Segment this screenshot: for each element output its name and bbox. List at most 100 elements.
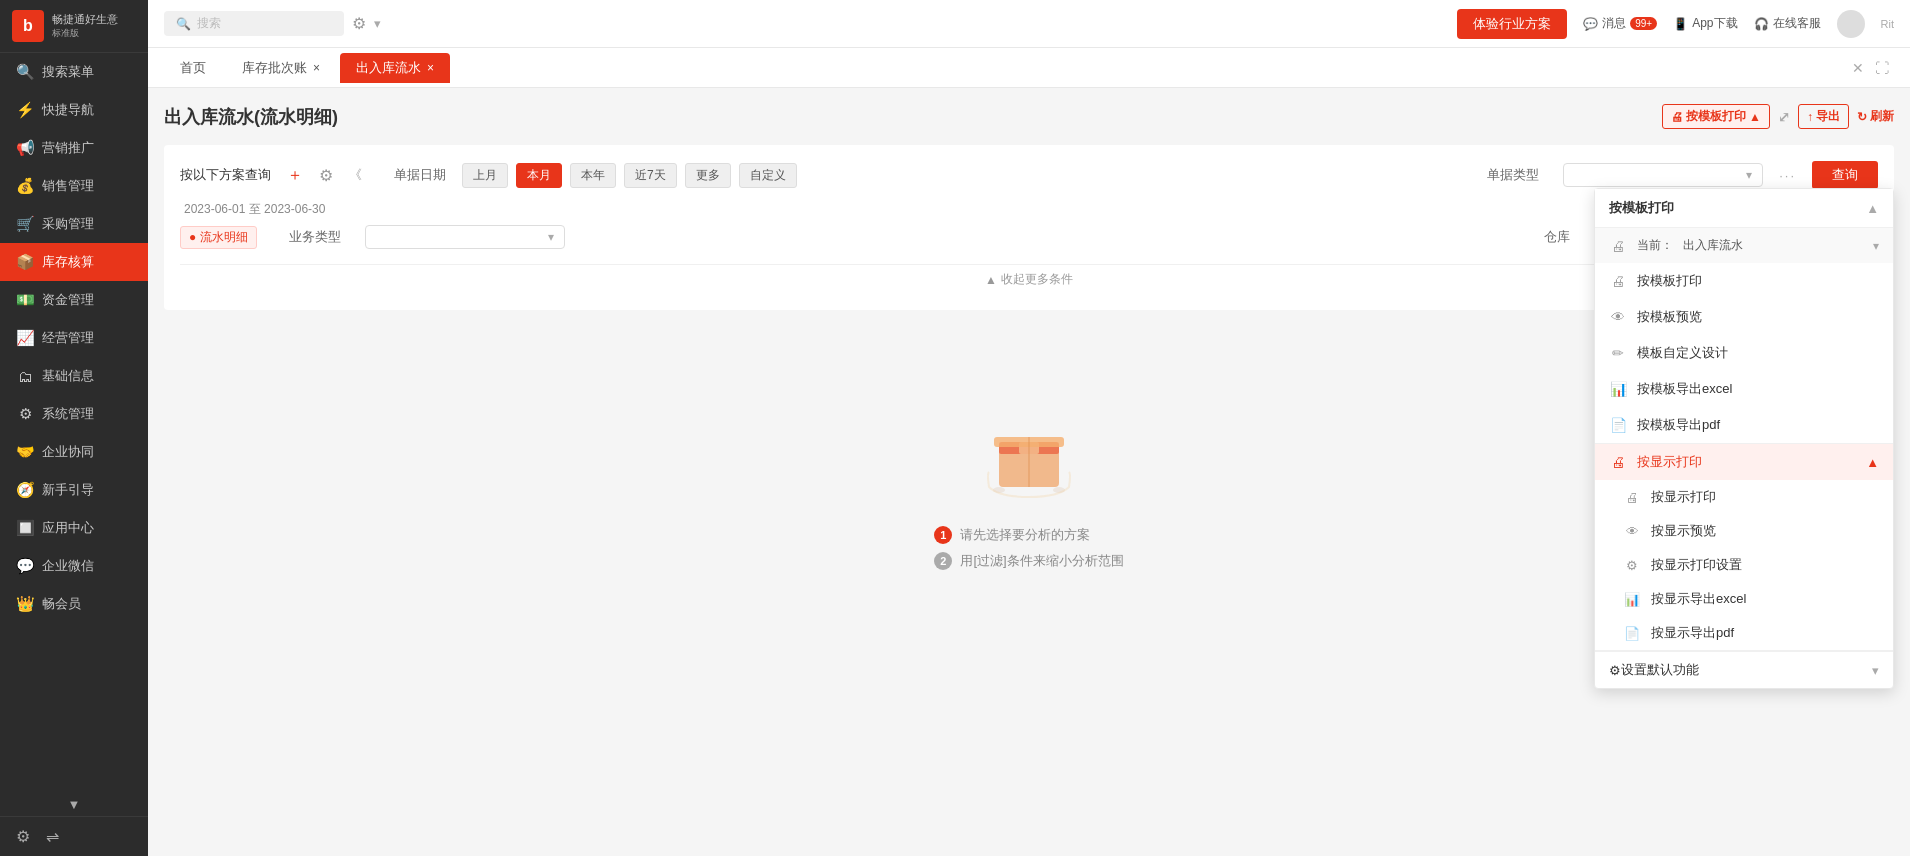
sidebar-item-quick-nav[interactable]: ⚡ 快捷导航 xyxy=(0,91,148,129)
messages-btn[interactable]: 💬 消息 99+ xyxy=(1583,15,1657,32)
page-title-row: 出入库流水(流水明细) 🖨 按模板打印 ▲ ⤢ ↑ 导出 ↻ 刷新 xyxy=(164,104,1894,129)
filter-collapse-icon[interactable]: 《 xyxy=(349,166,362,184)
sidebar-item-sales[interactable]: 💰 销售管理 xyxy=(0,167,148,205)
scroll-down-arrow[interactable]: ▼ xyxy=(0,793,148,816)
sidebar-item-label: 库存核算 xyxy=(42,253,94,271)
apps-icon: 🔲 xyxy=(16,519,34,537)
wechat-icon: 💬 xyxy=(16,557,34,575)
tab-batch[interactable]: 库存批次账 × xyxy=(226,53,336,83)
footer-caret: ▾ xyxy=(1872,663,1879,678)
sidebar-toggle-icon[interactable]: ⇌ xyxy=(46,827,59,846)
service-icon: 🎧 xyxy=(1754,17,1769,31)
dropdown-template-pdf[interactable]: 📄 按模板导出pdf xyxy=(1595,407,1893,443)
app-download-btn[interactable]: 📱 App下载 xyxy=(1673,15,1737,32)
sidebar: b 畅捷通好生意 标准版 🔍 搜索菜单 ⚡ 快捷导航 📢 营销推广 💰 销售管理… xyxy=(0,0,148,856)
refresh-icon: ↻ xyxy=(1857,110,1867,124)
print-label: 按模板打印 xyxy=(1686,108,1746,125)
tab-batch-close[interactable]: × xyxy=(313,61,320,75)
dropdown-display-header[interactable]: 🖨 按显示打印 ▲ xyxy=(1595,444,1893,480)
filter-settings-icon[interactable]: ⚙ xyxy=(319,166,333,185)
display-header-label: 按显示打印 xyxy=(1637,453,1702,471)
sidebar-item-collab[interactable]: 🤝 企业协同 xyxy=(0,433,148,471)
sidebar-item-member[interactable]: 👑 畅会员 xyxy=(0,585,148,623)
refresh-btn[interactable]: ↻ 刷新 xyxy=(1857,108,1894,125)
display-pdf-label: 按显示导出pdf xyxy=(1651,624,1734,642)
display-pdf[interactable]: 📄 按显示导出pdf xyxy=(1595,616,1893,650)
template-design-icon: ✏ xyxy=(1609,345,1627,361)
dropdown-header-label: 按模板打印 xyxy=(1609,199,1674,217)
date-this-month[interactable]: 本月 xyxy=(516,163,562,188)
display-excel-label: 按显示导出excel xyxy=(1651,590,1746,608)
filter-tag-icon: ● xyxy=(189,230,196,244)
date-custom[interactable]: 自定义 xyxy=(739,163,797,188)
sidebar-item-guide[interactable]: 🧭 新手引导 xyxy=(0,471,148,509)
date-this-year[interactable]: 本年 xyxy=(570,163,616,188)
print-arrow-up: ▲ xyxy=(1749,110,1761,124)
filter-tag: ● 流水明细 xyxy=(180,226,257,249)
more-dots-1[interactable]: ··· xyxy=(1779,168,1796,183)
dropdown-template-print[interactable]: 🖨 按模板打印 xyxy=(1595,263,1893,299)
topbar-left: 🔍 搜索 ⚙ ▾ xyxy=(164,11,1445,36)
sidebar-item-system[interactable]: ⚙ 系统管理 xyxy=(0,395,148,433)
step-1-text: 请先选择要分析的方案 xyxy=(960,522,1090,548)
export-btn[interactable]: ↑ 导出 xyxy=(1798,104,1849,129)
sidebar-item-inventory[interactable]: 📦 库存核算 xyxy=(0,243,148,281)
sidebar-item-marketing[interactable]: 📢 营销推广 xyxy=(0,129,148,167)
step-num-1: 1 xyxy=(934,526,952,544)
sidebar-item-basic[interactable]: 🗂 基础信息 xyxy=(0,357,148,395)
sidebar-settings-icon[interactable]: ⚙ xyxy=(16,827,30,846)
dropdown-template-excel[interactable]: 📊 按模板导出excel xyxy=(1595,371,1893,407)
display-excel[interactable]: 📊 按显示导出excel xyxy=(1595,582,1893,616)
dropdown-footer[interactable]: ⚙ 设置默认功能 ▾ xyxy=(1595,651,1893,688)
expand-btn[interactable]: ⤢ xyxy=(1778,109,1790,125)
inventory-icon: 📦 xyxy=(16,253,34,271)
sidebar-item-purchase[interactable]: 🛒 采购管理 xyxy=(0,205,148,243)
sidebar-item-finance[interactable]: 💵 资金管理 xyxy=(0,281,148,319)
tab-home[interactable]: 首页 xyxy=(164,53,222,83)
topbar-settings-icon[interactable]: ⚙ xyxy=(352,14,366,33)
sidebar-item-wechat[interactable]: 💬 企业微信 xyxy=(0,547,148,585)
search-box[interactable]: 🔍 搜索 xyxy=(164,11,344,36)
sidebar-item-label: 基础信息 xyxy=(42,367,94,385)
maximize-window-btn[interactable]: ⛶ xyxy=(1874,60,1890,76)
dropdown-template-preview[interactable]: 👁 按模板预览 xyxy=(1595,299,1893,335)
topbar-dropdown-icon[interactable]: ▾ xyxy=(374,16,381,31)
empty-svg xyxy=(979,402,1079,502)
tab-flow[interactable]: 出入库流水 × xyxy=(340,53,450,83)
display-preview[interactable]: 👁 按显示预览 xyxy=(1595,514,1893,548)
display-print-icon: 🖨 xyxy=(1623,490,1641,505)
sidebar-item-label: 采购管理 xyxy=(42,215,94,233)
dropdown-current-item[interactable]: 🖨 当前： 出入库流水 ▾ xyxy=(1595,228,1893,263)
date-last-month[interactable]: 上月 xyxy=(462,163,508,188)
online-service-btn[interactable]: 🎧 在线客服 xyxy=(1754,15,1821,32)
tab-flow-close[interactable]: × xyxy=(427,61,434,75)
display-header-icon: 🖨 xyxy=(1609,454,1627,470)
purchase-icon: 🛒 xyxy=(16,215,34,233)
dropdown-template-design[interactable]: ✏ 模板自定义设计 xyxy=(1595,335,1893,371)
search-placeholder: 搜索 xyxy=(197,15,221,32)
sidebar-item-operation[interactable]: 📈 经营管理 xyxy=(0,319,148,357)
user-name: Rit xyxy=(1881,18,1894,30)
user-avatar[interactable] xyxy=(1837,10,1865,38)
query-button[interactable]: 查询 xyxy=(1812,161,1878,189)
doc-type-select[interactable]: ▾ xyxy=(1563,163,1763,187)
sidebar-item-apps[interactable]: 🔲 应用中心 xyxy=(0,509,148,547)
template-print-label: 按模板打印 xyxy=(1637,272,1702,290)
filter-add-icon[interactable]: ＋ xyxy=(287,165,303,186)
print-template-btn[interactable]: 🖨 按模板打印 ▲ xyxy=(1662,104,1770,129)
app-version: 标准版 xyxy=(52,27,118,40)
date-more[interactable]: 更多 xyxy=(685,163,731,188)
display-print[interactable]: 🖨 按显示打印 xyxy=(1595,480,1893,514)
step-1: 1 请先选择要分析的方案 xyxy=(934,522,1123,548)
trial-button[interactable]: 体验行业方案 xyxy=(1457,9,1567,39)
close-window-btn[interactable]: ✕ xyxy=(1850,60,1866,76)
member-icon: 👑 xyxy=(16,595,34,613)
dropdown-close-icon[interactable]: ▲ xyxy=(1866,201,1879,216)
biz-type-select[interactable]: ▾ xyxy=(365,225,565,249)
display-print-settings[interactable]: ⚙ 按显示打印设置 xyxy=(1595,548,1893,582)
tabs-bar: 首页 库存批次账 × 出入库流水 × ✕ ⛶ xyxy=(148,48,1910,88)
sidebar-bottom: ⚙ ⇌ xyxy=(0,816,148,856)
sidebar-item-search[interactable]: 🔍 搜索菜单 xyxy=(0,53,148,91)
date-range-text: 2023-06-01 至 2023-06-30 xyxy=(184,202,325,216)
date-7days[interactable]: 近7天 xyxy=(624,163,677,188)
